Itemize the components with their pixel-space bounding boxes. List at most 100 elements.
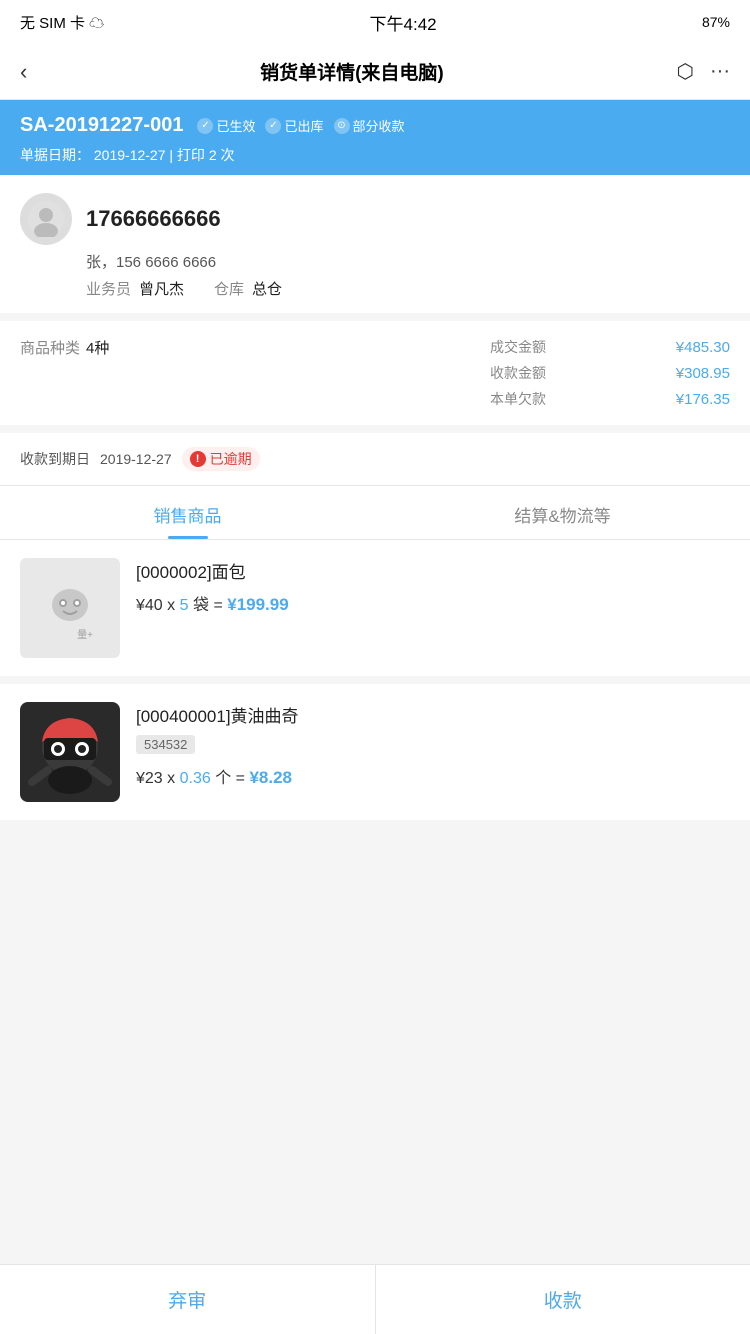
badge-generated-label: 已生效 (216, 116, 255, 135)
overdue-badge: ! 已逾期 (182, 447, 260, 471)
confirm-label: 收款 (544, 1286, 582, 1313)
check-icon-generated: ✓ (197, 118, 213, 134)
owed-amount-value: ¥176.35 (676, 391, 730, 408)
bread-price: ¥40 (136, 597, 163, 614)
due-date-section: 收款到期日 2019-12-27 ! 已逾期 (0, 425, 750, 485)
product-name-bread: [0000002]面包 (136, 558, 730, 583)
status-bar: 无 SIM 卡 ☁ 下午4:42 87% (0, 0, 750, 44)
nav-left: ‹ (20, 59, 27, 85)
nav-bar: ‹ 销货单详情(来自电脑) ⬡ ··· (0, 44, 750, 100)
thumb-placeholder-bread: 量+ (20, 558, 120, 658)
product-thumb-bread: 量+ (20, 558, 120, 658)
product-name-cookie: [000400001]黄油曲奇 (136, 702, 730, 727)
customer-meta: 业务员 曾凡杰 仓库 总仓 (86, 278, 730, 299)
overdue-label: 已逾期 (210, 449, 252, 469)
warehouse-meta: 仓库 总仓 (214, 278, 282, 299)
product-item-bread: 量+ [0000002]面包 ¥40 x 5 袋 = ¥199.99 (0, 540, 750, 676)
back-button[interactable]: ‹ (20, 59, 27, 85)
bread-unit: 袋 (193, 597, 209, 614)
product-thumb-cookie (20, 702, 120, 802)
product-price-cookie: ¥23 x 0.36 个 = ¥8.28 (136, 764, 730, 788)
trade-amount-label: 成交金额 (490, 337, 546, 357)
customer-sub: 张，156 6666 6666 (86, 251, 730, 272)
tabs-section: 销售商品 结算&物流等 (0, 485, 750, 540)
product-item-cookie: [000400001]黄油曲奇 534532 ¥23 x 0.36 个 = ¥8… (0, 684, 750, 820)
product-type-label: 商品种类 (20, 337, 80, 358)
bottom-bar: 弃审 收款 (0, 1264, 750, 1334)
collect-payment-button[interactable]: 收款 (376, 1265, 750, 1334)
stats-left: 商品种类 4种 (20, 337, 109, 358)
cookie-price: ¥23 (136, 770, 163, 787)
tab-settlement-label: 结算&物流等 (514, 507, 610, 526)
due-date-label: 收款到期日 (20, 449, 90, 469)
sales-label: 业务员 (86, 278, 131, 299)
received-amount-row: 收款金额 ¥308.95 (490, 363, 730, 383)
customer-avatar (20, 193, 72, 245)
banner-badges: ✓ 已生效 ✓ 已出库 ⊙ 部分收款 (197, 116, 404, 135)
status-signal: 无 SIM 卡 ☁ (20, 12, 104, 33)
owed-amount-label: 本单欠款 (490, 389, 546, 409)
nav-right: ⬡ ··· (677, 59, 730, 84)
product-info-bread: [0000002]面包 ¥40 x 5 袋 = ¥199.99 (136, 558, 730, 615)
tab-sales-label: 销售商品 (154, 507, 222, 526)
bread-equals: = (213, 597, 227, 614)
svg-text:量+: 量+ (77, 629, 93, 641)
product-tag-cookie: 534532 (136, 735, 195, 754)
cookie-equals: = (236, 770, 250, 787)
sales-meta: 业务员 曾凡杰 (86, 278, 184, 299)
sales-person: 曾凡杰 (139, 278, 184, 299)
overdue-icon: ! (190, 451, 206, 467)
customer-row: 17666666666 (20, 193, 730, 245)
cookie-multiply: x (167, 770, 179, 787)
status-right: 87% (702, 14, 730, 30)
product-type-value: 4种 (86, 337, 109, 358)
order-id: SA-20191227-001 (20, 114, 183, 137)
warehouse-value: 总仓 (252, 278, 282, 299)
nav-title: 销货单详情(来自电脑) (260, 58, 444, 85)
bread-total: ¥199.99 (227, 595, 288, 614)
customer-phone: 17666666666 (86, 206, 221, 232)
share-icon[interactable]: ⬡ (677, 59, 694, 84)
badge-partial: ⊙ 部分收款 (334, 116, 405, 135)
cookie-unit: 个 (215, 770, 231, 787)
tab-sales-products[interactable]: 销售商品 (0, 486, 375, 539)
print-separator: | 打印 (169, 147, 208, 163)
badge-partial-label: 部分收款 (353, 116, 405, 135)
badge-shipped-label: 已出库 (284, 116, 323, 135)
battery-icon: 87% (702, 14, 730, 30)
banner-row1: SA-20191227-001 ✓ 已生效 ✓ 已出库 ⊙ 部分收款 (20, 114, 730, 137)
tab-indicator (168, 536, 208, 539)
product-type-row: 商品种类 4种 (20, 337, 109, 358)
bread-qty: 5 (180, 597, 189, 614)
cancel-label: 弃审 (168, 1286, 206, 1313)
received-amount-value: ¥308.95 (676, 365, 730, 382)
print-suffix: 次 (221, 147, 235, 163)
header-banner: SA-20191227-001 ✓ 已生效 ✓ 已出库 ⊙ 部分收款 单据日期：… (0, 100, 750, 175)
check-icon-shipped: ✓ (265, 118, 281, 134)
cookie-qty: 0.36 (180, 770, 211, 787)
product-price-bread: ¥40 x 5 袋 = ¥199.99 (136, 591, 730, 615)
badge-generated: ✓ 已生效 (197, 116, 255, 135)
trade-amount-value: ¥485.30 (676, 339, 730, 356)
bread-multiply: x (167, 597, 179, 614)
stats-right: 成交金额 ¥485.30 收款金额 ¥308.95 本单欠款 ¥176.35 (490, 337, 730, 409)
customer-section: 17666666666 张，156 6666 6666 业务员 曾凡杰 仓库 总… (0, 175, 750, 313)
warehouse-label: 仓库 (214, 278, 244, 299)
badge-shipped: ✓ 已出库 (265, 116, 323, 135)
cookie-total: ¥8.28 (249, 768, 292, 787)
banner-date-row: 单据日期： 2019-12-27 | 打印 2 次 (20, 145, 730, 165)
cancel-review-button[interactable]: 弃审 (0, 1265, 376, 1334)
product-info-cookie: [000400001]黄油曲奇 534532 ¥23 x 0.36 个 = ¥8… (136, 702, 730, 788)
owed-amount-row: 本单欠款 ¥176.35 (490, 389, 730, 409)
stats-section: 商品种类 4种 成交金额 ¥485.30 收款金额 ¥308.95 本单欠款 ¥… (0, 313, 750, 425)
product-list: 量+ [0000002]面包 ¥40 x 5 袋 = ¥199.99 (0, 540, 750, 908)
date-label: 单据日期： (20, 147, 90, 163)
received-amount-label: 收款金额 (490, 363, 546, 383)
order-date: 2019-12-27 (94, 147, 166, 163)
tab-settlement[interactable]: 结算&物流等 (375, 486, 750, 539)
more-icon[interactable]: ··· (710, 60, 730, 83)
status-time: 下午4:42 (370, 10, 437, 35)
trade-amount-row: 成交金额 ¥485.30 (490, 337, 730, 357)
clock-icon-partial: ⊙ (334, 118, 350, 134)
print-count: 2 (209, 147, 217, 163)
